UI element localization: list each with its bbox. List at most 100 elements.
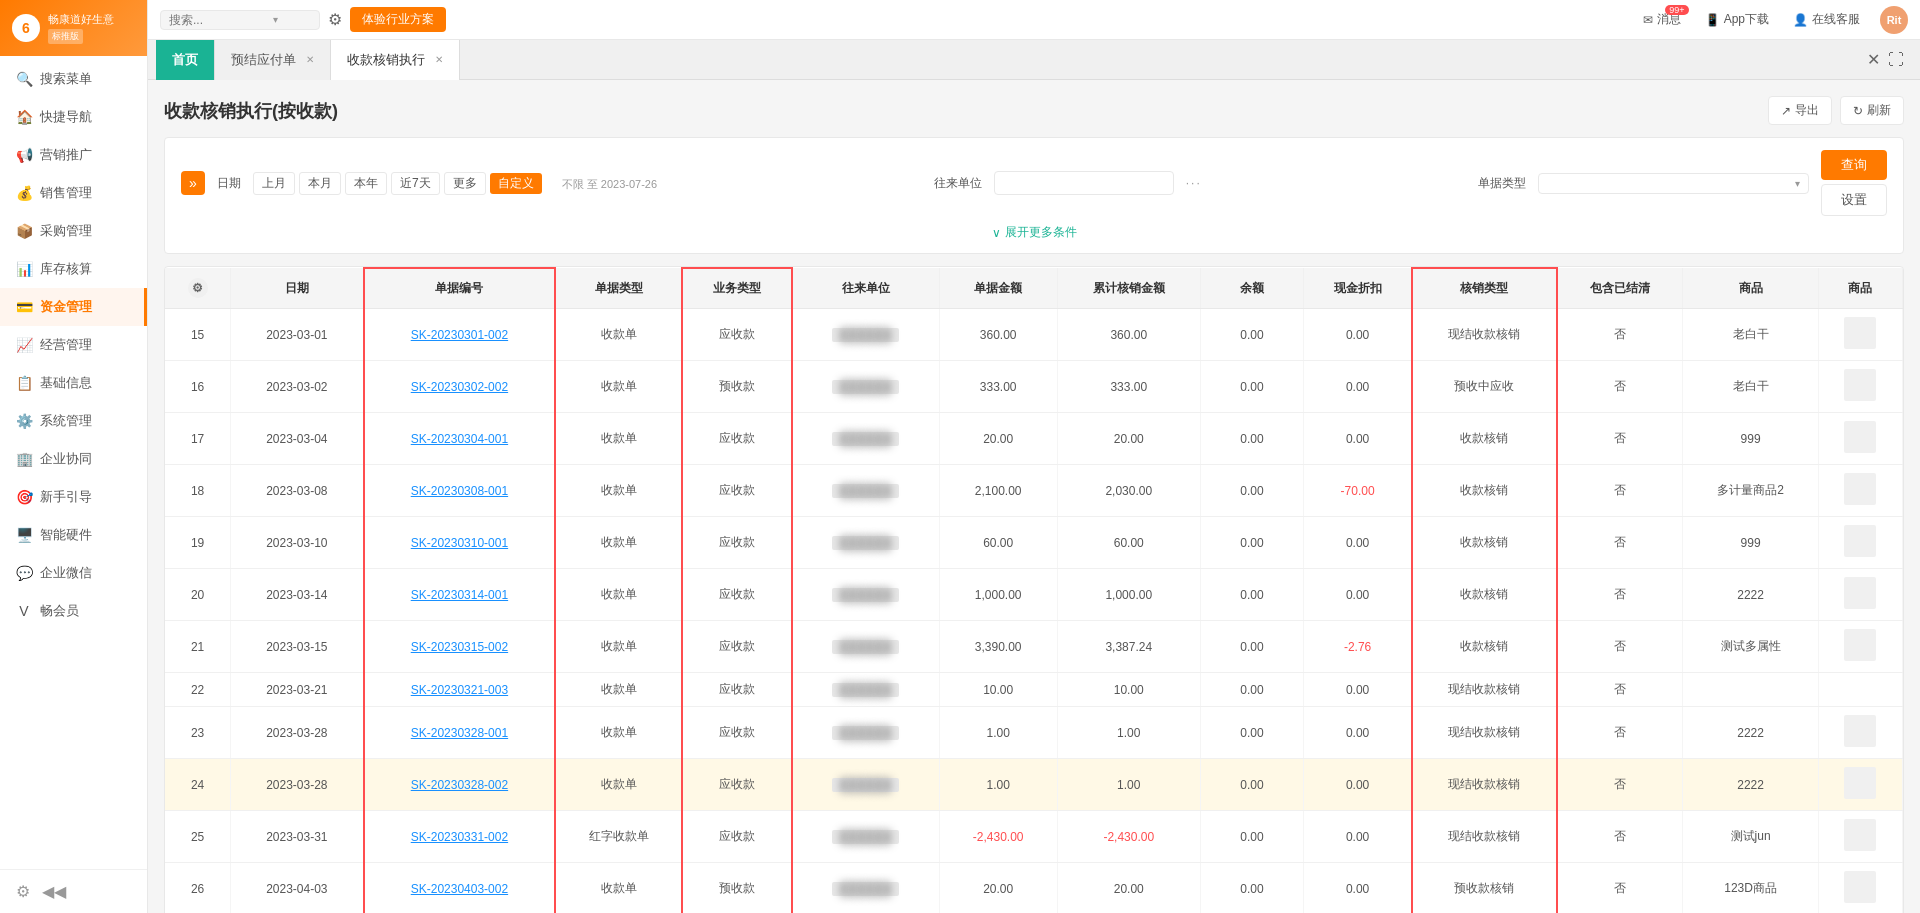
topbar-message[interactable]: ✉ 消息 99+ xyxy=(1643,11,1681,28)
date-last-7days-btn[interactable]: 近7天 xyxy=(391,172,440,195)
col-header-partner[interactable]: 往来单位 xyxy=(792,268,940,309)
cell-receipt-type: 收款单 xyxy=(555,673,682,707)
export-button[interactable]: ↗ 导出 xyxy=(1768,96,1832,125)
cell-partner: ██████ xyxy=(792,707,940,759)
cell-discount: -2.76 xyxy=(1304,621,1412,673)
cell-biz-type: 应收款 xyxy=(682,569,791,621)
tab-receipt-ver-close[interactable]: ✕ xyxy=(435,54,443,65)
cell-partner: ██████ xyxy=(792,413,940,465)
cell-settled: 否 xyxy=(1557,707,1683,759)
cell-partner: ██████ xyxy=(792,863,940,914)
topbar-search-input[interactable] xyxy=(169,13,269,27)
cell-amount: 333.00 xyxy=(939,361,1057,413)
tab-home-label: 首页 xyxy=(172,51,198,69)
cell-date: 2023-03-28 xyxy=(231,707,364,759)
sidebar-item-guide[interactable]: 🎯 新手引导 xyxy=(0,478,147,516)
user-avatar[interactable]: Rit xyxy=(1880,6,1908,34)
cell-amount: 20.00 xyxy=(939,413,1057,465)
cell-order-no: SK-20230314-001 xyxy=(364,569,556,621)
cell-goods-thumb xyxy=(1818,759,1902,811)
sidebar-item-purchase[interactable]: 📦 采购管理 xyxy=(0,212,147,250)
cell-cum-amount: 20.00 xyxy=(1057,413,1200,465)
col-header-ver-type[interactable]: 核销类型 xyxy=(1412,268,1557,309)
refresh-button[interactable]: ↻ 刷新 xyxy=(1840,96,1904,125)
tab-receipt-ver[interactable]: 收款核销执行 ✕ xyxy=(331,40,460,80)
order-no-link[interactable]: SK-20230301-002 xyxy=(411,328,508,342)
col-header-biz-type[interactable]: 业务类型 xyxy=(682,268,791,309)
filter-row: » 日期 上月 本月 本年 近7天 更多 自定义 不限 至 2023-07-26… xyxy=(181,150,1887,216)
table-row: 21 2023-03-15 SK-20230315-002 收款单 应收款 ██… xyxy=(165,621,1903,673)
order-no-link[interactable]: SK-20230304-001 xyxy=(411,432,508,446)
sidebar-item-system[interactable]: ⚙️ 系统管理 xyxy=(0,402,147,440)
col-header-num[interactable]: ⚙ xyxy=(165,268,231,309)
cell-balance: 0.00 xyxy=(1200,759,1303,811)
partner-input[interactable] xyxy=(994,171,1174,195)
tab-presale-close[interactable]: ✕ xyxy=(306,54,314,65)
page-actions: ↗ 导出 ↻ 刷新 xyxy=(1768,96,1904,125)
sidebar-item-basic[interactable]: 📋 基础信息 xyxy=(0,364,147,402)
sidebar-item-hardware[interactable]: 🖥️ 智能硬件 xyxy=(0,516,147,554)
col-header-date[interactable]: 日期 xyxy=(231,268,364,309)
cell-balance: 0.00 xyxy=(1200,707,1303,759)
sidebar-item-label: 搜索菜单 xyxy=(40,70,92,88)
date-custom-btn[interactable]: 自定义 xyxy=(490,173,542,194)
order-no-link[interactable]: SK-20230302-002 xyxy=(411,380,508,394)
order-no-link[interactable]: SK-20230308-001 xyxy=(411,484,508,498)
col-header-receipt-type[interactable]: 单据类型 xyxy=(555,268,682,309)
order-no-link[interactable]: SK-20230328-001 xyxy=(411,726,508,740)
order-no-link[interactable]: SK-20230321-003 xyxy=(411,683,508,697)
receipt-type-select[interactable]: ▾ xyxy=(1538,173,1809,194)
sidebar-item-member[interactable]: V 畅会员 xyxy=(0,592,147,630)
order-no-link[interactable]: SK-20230310-001 xyxy=(411,536,508,550)
cell-amount: 2,100.00 xyxy=(939,465,1057,517)
col-header-order-no[interactable]: 单据编号 xyxy=(364,268,556,309)
date-last-month-btn[interactable]: 上月 xyxy=(253,172,295,195)
settings-icon[interactable]: ⚙ xyxy=(16,882,30,901)
sidebar-item-quicknav[interactable]: 🏠 快捷导航 xyxy=(0,98,147,136)
topbar-app-download[interactable]: 📱 App下载 xyxy=(1705,11,1769,28)
app-label: App下载 xyxy=(1724,11,1769,28)
order-no-link[interactable]: SK-20230403-002 xyxy=(411,882,508,896)
col-header-goods[interactable]: 商品 xyxy=(1683,268,1818,309)
sidebar-item-operation[interactable]: 📈 经营管理 xyxy=(0,326,147,364)
filter-settings-button[interactable]: 设置 xyxy=(1821,184,1887,216)
date-this-year-btn[interactable]: 本年 xyxy=(345,172,387,195)
table-row: 20 2023-03-14 SK-20230314-001 收款单 应收款 ██… xyxy=(165,569,1903,621)
col-header-settled[interactable]: 包含已结清 xyxy=(1557,268,1683,309)
order-no-link[interactable]: SK-20230328-002 xyxy=(411,778,508,792)
tab-close-all-icon[interactable]: ✕ xyxy=(1867,50,1880,69)
topbar-online-service[interactable]: 👤 在线客服 xyxy=(1793,11,1860,28)
cell-goods-thumb xyxy=(1818,569,1902,621)
order-no-link[interactable]: SK-20230314-001 xyxy=(411,588,508,602)
sidebar-item-wechat[interactable]: 💬 企业微信 xyxy=(0,554,147,592)
cell-receipt-type: 收款单 xyxy=(555,759,682,811)
sidebar-item-sales[interactable]: 💰 销售管理 xyxy=(0,174,147,212)
tab-presale[interactable]: 预结应付单 ✕ xyxy=(215,40,331,80)
date-this-month-btn[interactable]: 本月 xyxy=(299,172,341,195)
sidebar-item-marketing[interactable]: 📢 营销推广 xyxy=(0,136,147,174)
topbar-search-area[interactable]: ▾ xyxy=(160,10,320,30)
col-header-cum-amount[interactable]: 累计核销金额 xyxy=(1057,268,1200,309)
expand-conditions-btn[interactable]: ∨ 展开更多条件 xyxy=(181,224,1887,241)
date-more-btn[interactable]: 更多 xyxy=(444,172,486,195)
sidebar-item-finance[interactable]: 💳 资金管理 xyxy=(0,288,147,326)
sidebar-item-enterprise[interactable]: 🏢 企业协同 xyxy=(0,440,147,478)
col-header-balance[interactable]: 余额 xyxy=(1200,268,1303,309)
sidebar-item-search[interactable]: 🔍 搜索菜单 xyxy=(0,60,147,98)
sidebar-item-inventory[interactable]: 📊 库存核算 xyxy=(0,250,147,288)
collapse-icon[interactable]: ◀◀ xyxy=(42,882,66,901)
filter-dots: ··· xyxy=(1186,176,1202,190)
gear-icon[interactable]: ⚙ xyxy=(188,278,208,298)
tab-expand-icon[interactable]: ⛶ xyxy=(1888,51,1904,69)
solution-button[interactable]: 体验行业方案 xyxy=(350,7,446,32)
col-header-discount[interactable]: 现金折扣 xyxy=(1304,268,1412,309)
tab-home[interactable]: 首页 xyxy=(156,40,215,80)
order-no-link[interactable]: SK-20230331-002 xyxy=(411,830,508,844)
query-button[interactable]: 查询 xyxy=(1821,150,1887,180)
filter-expand-button[interactable]: » xyxy=(181,171,205,195)
order-no-link[interactable]: SK-20230315-002 xyxy=(411,640,508,654)
col-header-goods-thumb[interactable]: 商品 xyxy=(1818,268,1902,309)
cell-goods: 123D商品 xyxy=(1683,863,1818,914)
topbar-gear-icon[interactable]: ⚙ xyxy=(328,10,342,29)
col-header-amount[interactable]: 单据金额 xyxy=(939,268,1057,309)
